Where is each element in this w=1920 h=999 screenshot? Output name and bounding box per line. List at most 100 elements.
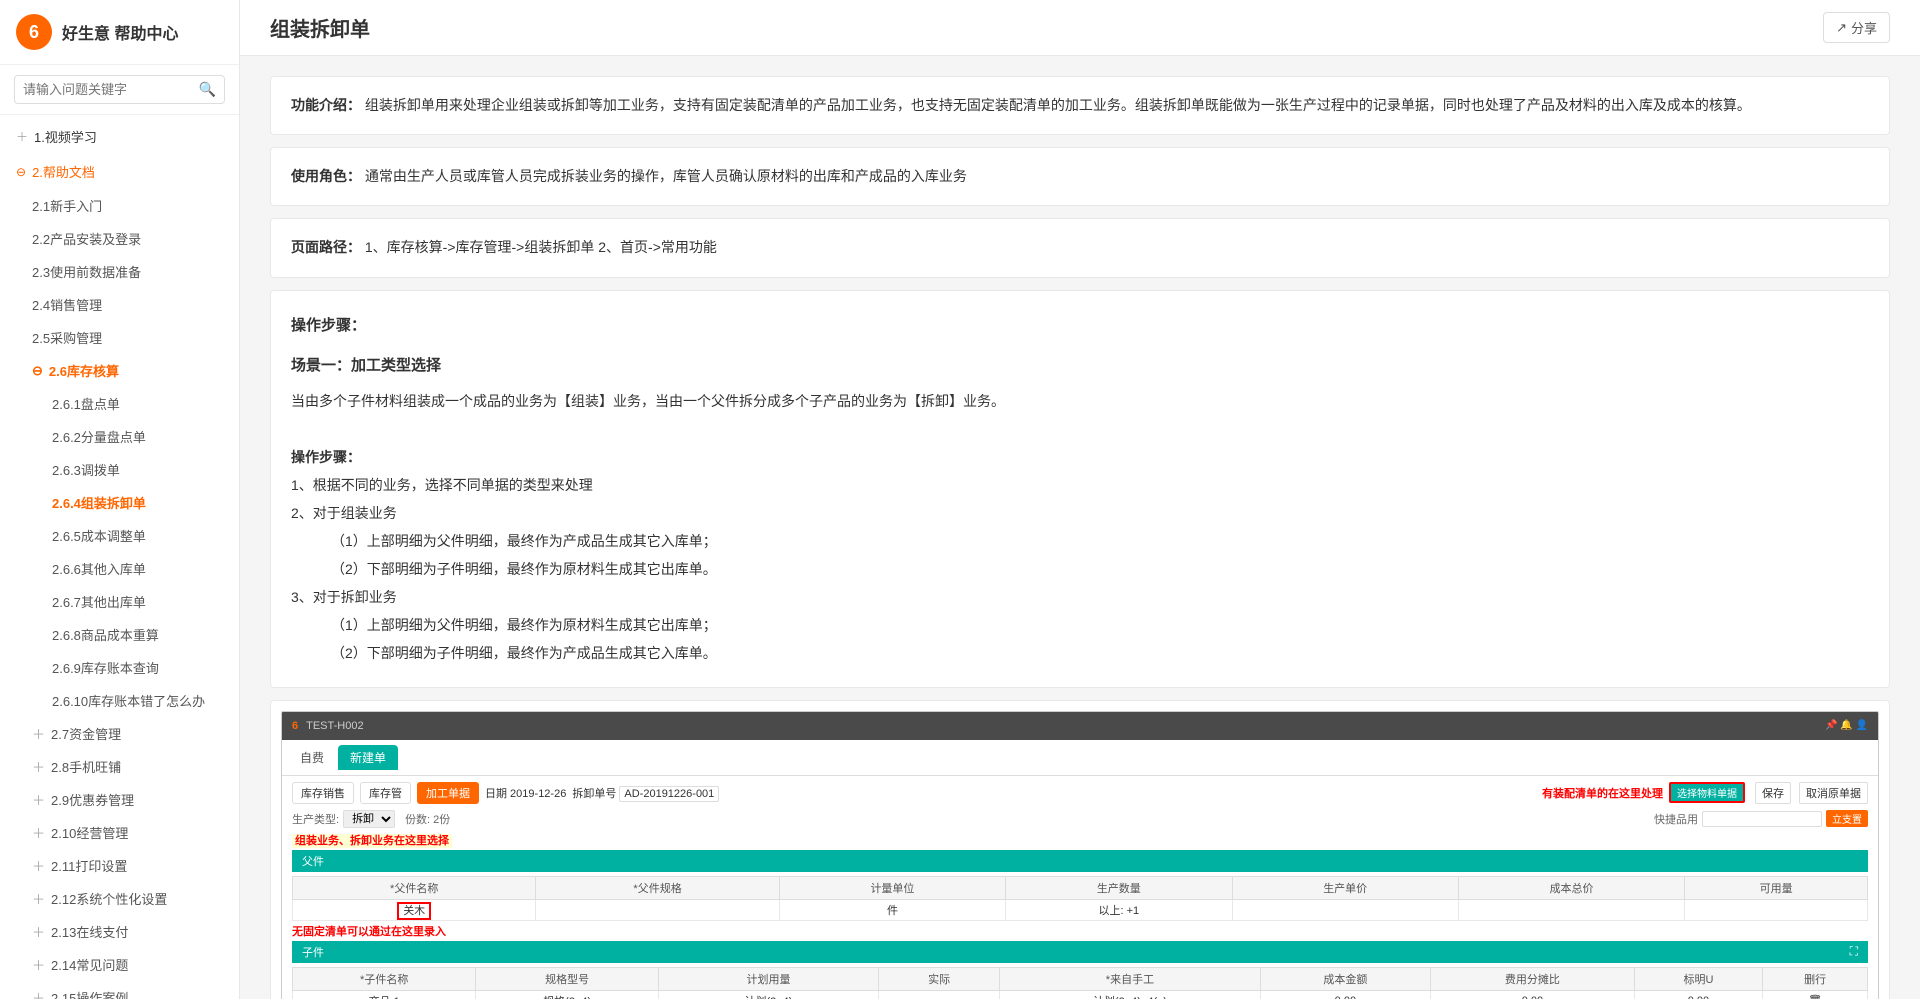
- cell-actual-1: [878, 990, 999, 999]
- cell-del-1[interactable]: 🗑: [1763, 990, 1868, 999]
- sidebar-item-docs-215[interactable]: ＋ 2.15操作案例: [0, 981, 239, 999]
- annotation4: 组装业务、拆卸业务在这里选择: [292, 834, 452, 848]
- mock-btn-apply[interactable]: 立支置: [1826, 810, 1868, 827]
- sidebar-item-docs[interactable]: ⊖ 2.帮助文档: [0, 154, 239, 189]
- plus-icon: ＋: [16, 128, 28, 145]
- col-cost-total: 成本总价: [1458, 876, 1684, 899]
- expand-icon[interactable]: ⛶: [1850, 944, 1858, 959]
- main-area: 组装拆卸单 ↗ 分享 功能介绍： 组装拆卸单用来处理企业组装或拆卸等加工业务，支…: [240, 0, 1920, 999]
- sidebar-item-docs-25[interactable]: 2.5采购管理: [0, 321, 239, 354]
- search-box[interactable]: 🔍: [14, 75, 225, 104]
- sidebar-item-docs-261[interactable]: 2.6.1盘点单: [0, 387, 239, 420]
- search-area: 🔍: [0, 65, 239, 115]
- sidebar-item-docs-23[interactable]: 2.3使用前数据准备: [0, 255, 239, 288]
- mock-lower-header: 子件 ⛶: [292, 941, 1868, 963]
- mock-screenshot: 6 TEST-H002 📌 🔔 👤 自费 新建单: [281, 711, 1879, 999]
- mock-date: 日期 2019-12-26: [485, 785, 566, 801]
- sidebar-item-docs-21[interactable]: 2.1新手入门: [0, 189, 239, 222]
- screenshot-container: 6 TEST-H002 📌 🔔 👤 自费 新建单: [270, 700, 1890, 999]
- share-button[interactable]: ↗ 分享: [1823, 12, 1890, 43]
- sidebar-item-docs-269[interactable]: 2.6.9库存账本查询: [0, 651, 239, 684]
- sidebar-item-docs-263[interactable]: 2.6.3调拨单: [0, 453, 239, 486]
- col-alloc-ratio: 费用分摊比: [1431, 967, 1635, 990]
- step3: 3、对于拆卸业务: [291, 583, 1869, 611]
- sidebar-item-docs-262[interactable]: 2.6.2分量盘点单: [0, 420, 239, 453]
- step2: 2、对于组装业务: [291, 499, 1869, 527]
- cell-prod-qty: 以上: +1: [1006, 899, 1232, 920]
- search-input[interactable]: [23, 82, 199, 97]
- logo-icon: 6: [16, 14, 52, 50]
- annotation5: 无固定清单可以通过在这里录入: [292, 926, 446, 938]
- col-avail: 可用量: [1685, 876, 1868, 899]
- mock-inner-content: 库存销售 库存管 加工单据 日期 2019-12-26 拆卸单号 AD-2019…: [282, 776, 1878, 999]
- cell-cost-1: 0.00: [1260, 990, 1431, 999]
- mock-btn-select[interactable]: 选择物料单据: [1669, 782, 1745, 803]
- annotation1: 有装配清单的在这里处理: [1542, 785, 1663, 801]
- col-actual: 实际: [878, 967, 999, 990]
- page-title: 组装拆卸单: [270, 13, 370, 42]
- search-icon[interactable]: 🔍: [199, 81, 216, 98]
- col-prod-qty: 生产数量: [1006, 876, 1232, 899]
- sidebar-item-docs-266[interactable]: 2.6.6其他入库单: [0, 552, 239, 585]
- steps-block: 操作步骤： 场景一：加工类型选择 当由多个子件材料组装成一个成品的业务为【组装】…: [270, 290, 1890, 688]
- cell-cn-1: 商品 1: [293, 990, 476, 999]
- step3-2: （2）下部明细为子件明细，最终作为产成品生成其它入库单。: [291, 639, 1869, 667]
- sidebar-item-docs-28[interactable]: ＋ 2.8手机旺铺: [0, 750, 239, 783]
- sidebar-item-docs-211[interactable]: ＋ 2.11打印设置: [0, 849, 239, 882]
- mock-icons: 📌 🔔 👤: [1825, 720, 1868, 731]
- sidebar-item-docs-212[interactable]: ＋ 2.12系统个性化设置: [0, 882, 239, 915]
- sidebar-item-docs-22[interactable]: 2.2产品安装及登录: [0, 222, 239, 255]
- minus-icon: ⊖: [16, 165, 26, 179]
- sidebar-item-docs-29[interactable]: ＋ 2.9优惠券管理: [0, 783, 239, 816]
- col-cost-amt: 成本金额: [1260, 967, 1431, 990]
- sidebar-item-docs-27[interactable]: ＋ 2.7资金管理: [0, 717, 239, 750]
- sidebar-item-docs-267[interactable]: 2.6.7其他出库单: [0, 585, 239, 618]
- step3-1: （1）上部明细为父件明细，最终作为原材料生成其它出库单；: [291, 611, 1869, 639]
- mock-company: TEST-H002: [306, 720, 363, 732]
- mock-field-row: 生产类型: 组装 拆卸 份数: 2份 快捷品用: [292, 810, 1868, 828]
- logo-area: 6 好生意 帮助中心: [0, 0, 239, 65]
- role-text: 通常由生产人员或库管人员完成拆装业务的操作，库管人员确认原材料的出库和产成品的入…: [365, 168, 967, 184]
- mock-btn-jiagong[interactable]: 加工单据: [417, 782, 479, 804]
- sidebar-item-docs-26[interactable]: ⊖ 2.6库存核算: [0, 354, 239, 387]
- path-block: 页面路径： 1、库存核算->库存管理->组装拆卸单 2、首页->常用功能: [270, 218, 1890, 277]
- mock-input-search[interactable]: [1702, 811, 1822, 827]
- sidebar-item-docs-213[interactable]: ＋ 2.13在线支付: [0, 915, 239, 948]
- mock-field-type: 生产类型: 组装 拆卸: [292, 810, 395, 828]
- sidebar-item-docs-264[interactable]: 2.6.4组装拆卸单: [0, 486, 239, 519]
- cell-parent-name: 关木: [293, 899, 536, 920]
- mock-tab-new[interactable]: 新建单: [338, 745, 398, 770]
- mock-btn-kucun[interactable]: 库存销售: [292, 782, 354, 804]
- sidebar-item-docs-268[interactable]: 2.6.8商品成本重算: [0, 618, 239, 651]
- share-icon: ↗: [1836, 20, 1847, 36]
- mock-tab-zifei[interactable]: 自费: [288, 745, 336, 770]
- mock-btn-cancel[interactable]: 取消原单据: [1799, 782, 1868, 804]
- sidebar-item-docs-265[interactable]: 2.6.5成本调整单: [0, 519, 239, 552]
- step2-2: （2）下部明细为子件明细，最终作为原材料生成其它出库单。: [291, 555, 1869, 583]
- cell-spec-1: 规格(2~4): [476, 990, 659, 999]
- mock-field-search: 快捷品用 立支置: [1654, 810, 1868, 827]
- col-spec-type: 规格型号: [476, 967, 659, 990]
- step2-1: （1）上部明细为父件明细，最终作为产成品生成其它入库单；: [291, 527, 1869, 555]
- mock-upper-header: 父件: [292, 850, 1868, 872]
- col-parent-name: *父件名称: [293, 876, 536, 899]
- sidebar-item-docs-24[interactable]: 2.4销售管理: [0, 288, 239, 321]
- mock-upper-label: 父件: [302, 853, 324, 869]
- sidebar-item-docs-2610[interactable]: 2.6.10库存账本错了怎么办: [0, 684, 239, 717]
- sidebar-item-docs-214[interactable]: ＋ 2.14常见问题: [0, 948, 239, 981]
- mock-btn-save[interactable]: 保存: [1755, 782, 1791, 804]
- sidebar: 6 好生意 帮助中心 🔍 ＋ 1.视频学习 ⊖ 2.帮助文档 2.1新手入门 2…: [0, 0, 240, 999]
- col-label-u: 标明U: [1634, 967, 1763, 990]
- path-label: 页面路径：: [291, 239, 361, 255]
- sidebar-item-docs-210[interactable]: ＋ 2.10经营管理: [0, 816, 239, 849]
- content-area: 功能介绍： 组装拆卸单用来处理企业组装或拆卸等加工业务，支持有固定装配清单的产品…: [240, 56, 1920, 999]
- sidebar-item-video[interactable]: ＋ 1.视频学习: [0, 119, 239, 154]
- logo-text: 好生意 帮助中心: [62, 20, 178, 44]
- role-block: 使用角色： 通常由生产人员或库管人员完成拆装业务的操作，库管人员确认原材料的出库…: [270, 147, 1890, 206]
- mock-logo: 6: [292, 720, 298, 732]
- path-text: 1、库存核算->库存管理->组装拆卸单 2、首页->常用功能: [365, 239, 717, 255]
- mock-btn-kucunguan[interactable]: 库存管: [360, 782, 411, 804]
- mock-select-type[interactable]: 组装 拆卸: [343, 810, 395, 828]
- col-prod-price: 生产单价: [1232, 876, 1458, 899]
- col-del: 删行: [1763, 967, 1868, 990]
